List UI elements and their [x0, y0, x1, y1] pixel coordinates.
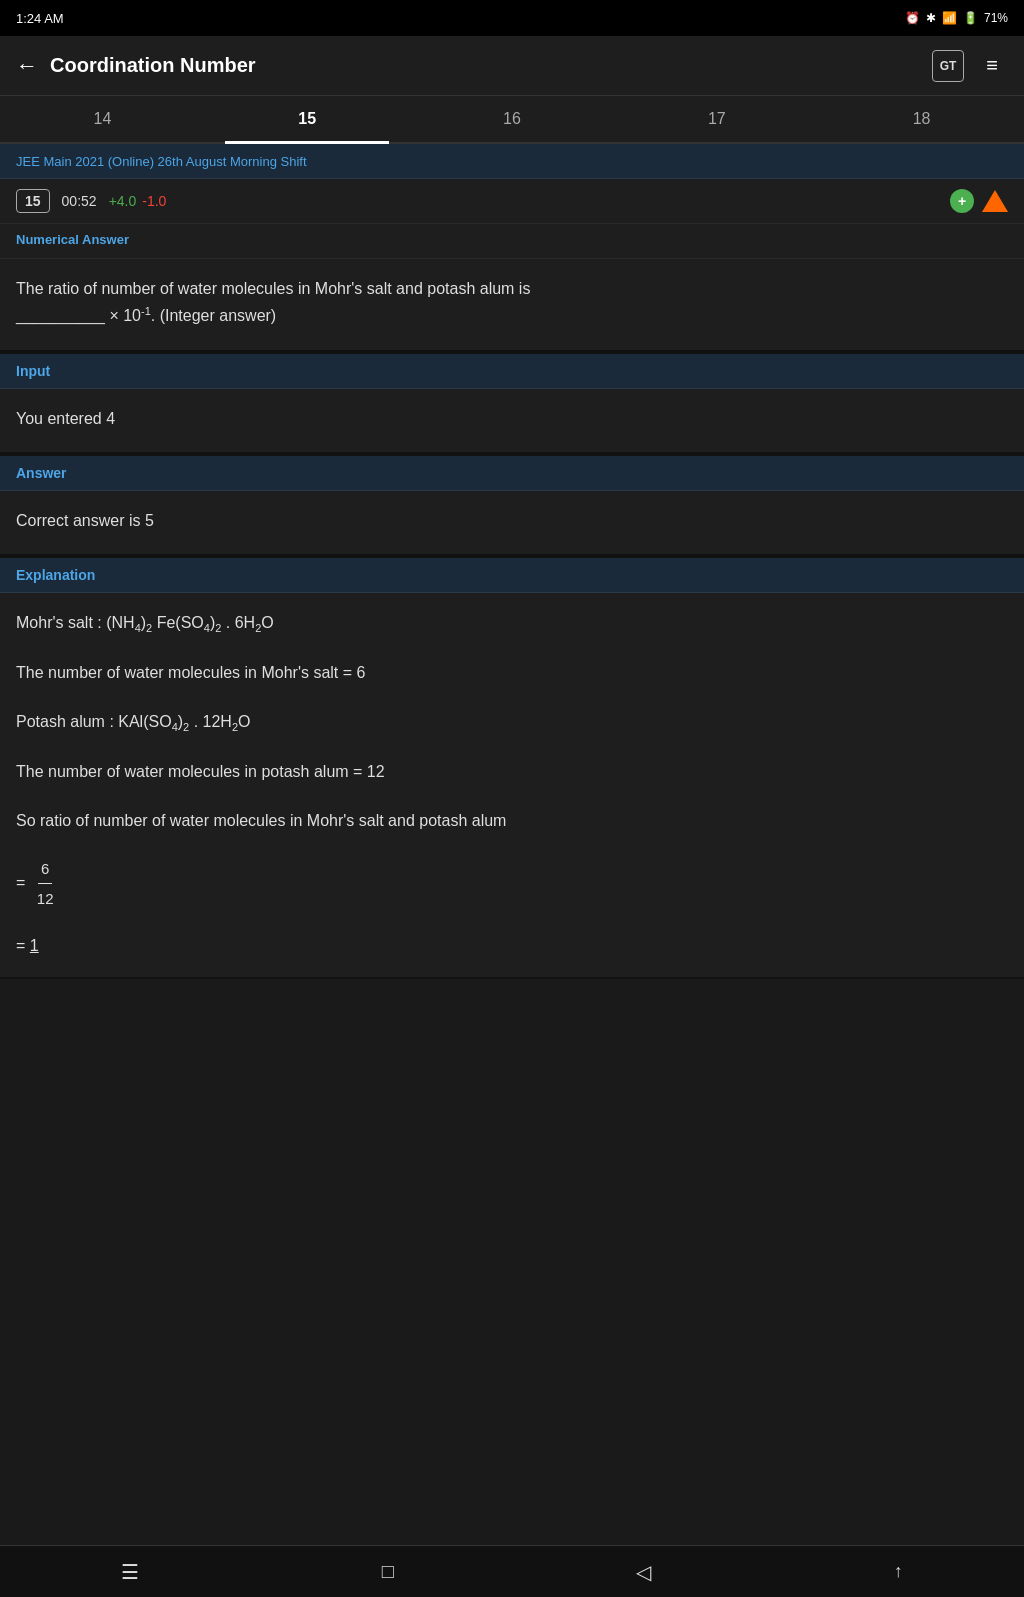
- exp-line-2: The number of water molecules in Mohr's …: [16, 659, 1008, 688]
- tab-16[interactable]: 16: [410, 96, 615, 142]
- battery-percent: 71%: [984, 11, 1008, 25]
- exp-line-1: Mohr's salt : (NH4)2 Fe(SO4)2 . 6H2O: [16, 609, 1008, 639]
- tab-14[interactable]: 14: [0, 96, 205, 142]
- answer-label: Answer: [16, 465, 67, 481]
- input-content: You entered 4: [16, 405, 1008, 432]
- input-section-header: Input: [0, 352, 1024, 389]
- mark-negative: -1.0: [142, 193, 166, 209]
- status-bar: 1:24 AM ⏰ ✱ 📶 🔋 71%: [0, 0, 1024, 36]
- menu-button[interactable]: ☰: [101, 1550, 159, 1594]
- question-timer: 00:52: [62, 193, 97, 209]
- answer-content: Correct answer is 5: [16, 507, 1008, 534]
- status-icons: ⏰ ✱ 📶 🔋 71%: [905, 11, 1008, 25]
- tab-17[interactable]: 17: [614, 96, 819, 142]
- explanation-section-header: Explanation: [0, 556, 1024, 593]
- exp-result: = 1: [16, 932, 1008, 961]
- question-text: The ratio of number of water molecules i…: [16, 275, 1008, 330]
- filter-button[interactable]: ≡: [976, 50, 1008, 82]
- wifi-icon: 📶: [942, 11, 957, 25]
- question-marks: +4.0 -1.0: [109, 193, 167, 209]
- answer-section-body: Correct answer is 5: [0, 491, 1024, 556]
- fraction-denominator: 12: [34, 884, 57, 912]
- explanation-label: Explanation: [16, 567, 95, 583]
- exp-line-5: So ratio of number of water molecules in…: [16, 807, 1008, 836]
- exp-line-4: The number of water molecules in potash …: [16, 758, 1008, 787]
- input-label: Input: [16, 363, 50, 379]
- back-button[interactable]: ←: [16, 53, 38, 79]
- back-nav-button[interactable]: ◁: [616, 1550, 671, 1594]
- input-section-body: You entered 4: [0, 389, 1024, 454]
- person-button[interactable]: ↑: [874, 1551, 923, 1592]
- question-body: The ratio of number of water molecules i…: [0, 259, 1024, 352]
- fraction-display: 6 12: [34, 855, 57, 912]
- bottom-nav: ☰ □ ◁ ↑: [0, 1545, 1024, 1597]
- clock-icon: ⏰: [905, 11, 920, 25]
- mark-positive: +4.0: [109, 193, 137, 209]
- question-status-icons: +: [950, 189, 1008, 213]
- bluetooth-icon: ✱: [926, 11, 936, 25]
- home-button[interactable]: □: [362, 1550, 414, 1593]
- nav-actions: GT ≡: [932, 50, 1008, 82]
- exp-line-3: Potash alum : KAl(SO4)2 . 12H2O: [16, 708, 1008, 738]
- explanation-body: Mohr's salt : (NH4)2 Fe(SO4)2 . 6H2O The…: [0, 593, 1024, 979]
- page-title: Coordination Number: [50, 54, 932, 77]
- fraction-numerator: 6: [38, 855, 52, 884]
- question-source: JEE Main 2021 (Online) 26th August Morni…: [16, 154, 307, 169]
- exp-fraction: = 6 12: [16, 855, 1008, 912]
- translate-button[interactable]: GT: [932, 50, 964, 82]
- question-source-banner: JEE Main 2021 (Online) 26th August Morni…: [0, 144, 1024, 179]
- question-number: 15: [16, 189, 50, 213]
- answer-type-label: Numerical Answer: [16, 232, 129, 247]
- nav-bar: ← Coordination Number GT ≡: [0, 36, 1024, 96]
- correct-status-icon: +: [950, 189, 974, 213]
- question-header: 15 00:52 +4.0 -1.0 +: [0, 179, 1024, 224]
- tab-15[interactable]: 15: [205, 96, 410, 142]
- battery-icon: 🔋: [963, 11, 978, 25]
- warning-status-icon: [982, 190, 1008, 212]
- answer-type-row: Numerical Answer: [0, 224, 1024, 259]
- tab-18[interactable]: 18: [819, 96, 1024, 142]
- tab-bar: 14 15 16 17 18: [0, 96, 1024, 144]
- answer-section-header: Answer: [0, 454, 1024, 491]
- status-time: 1:24 AM: [16, 11, 64, 26]
